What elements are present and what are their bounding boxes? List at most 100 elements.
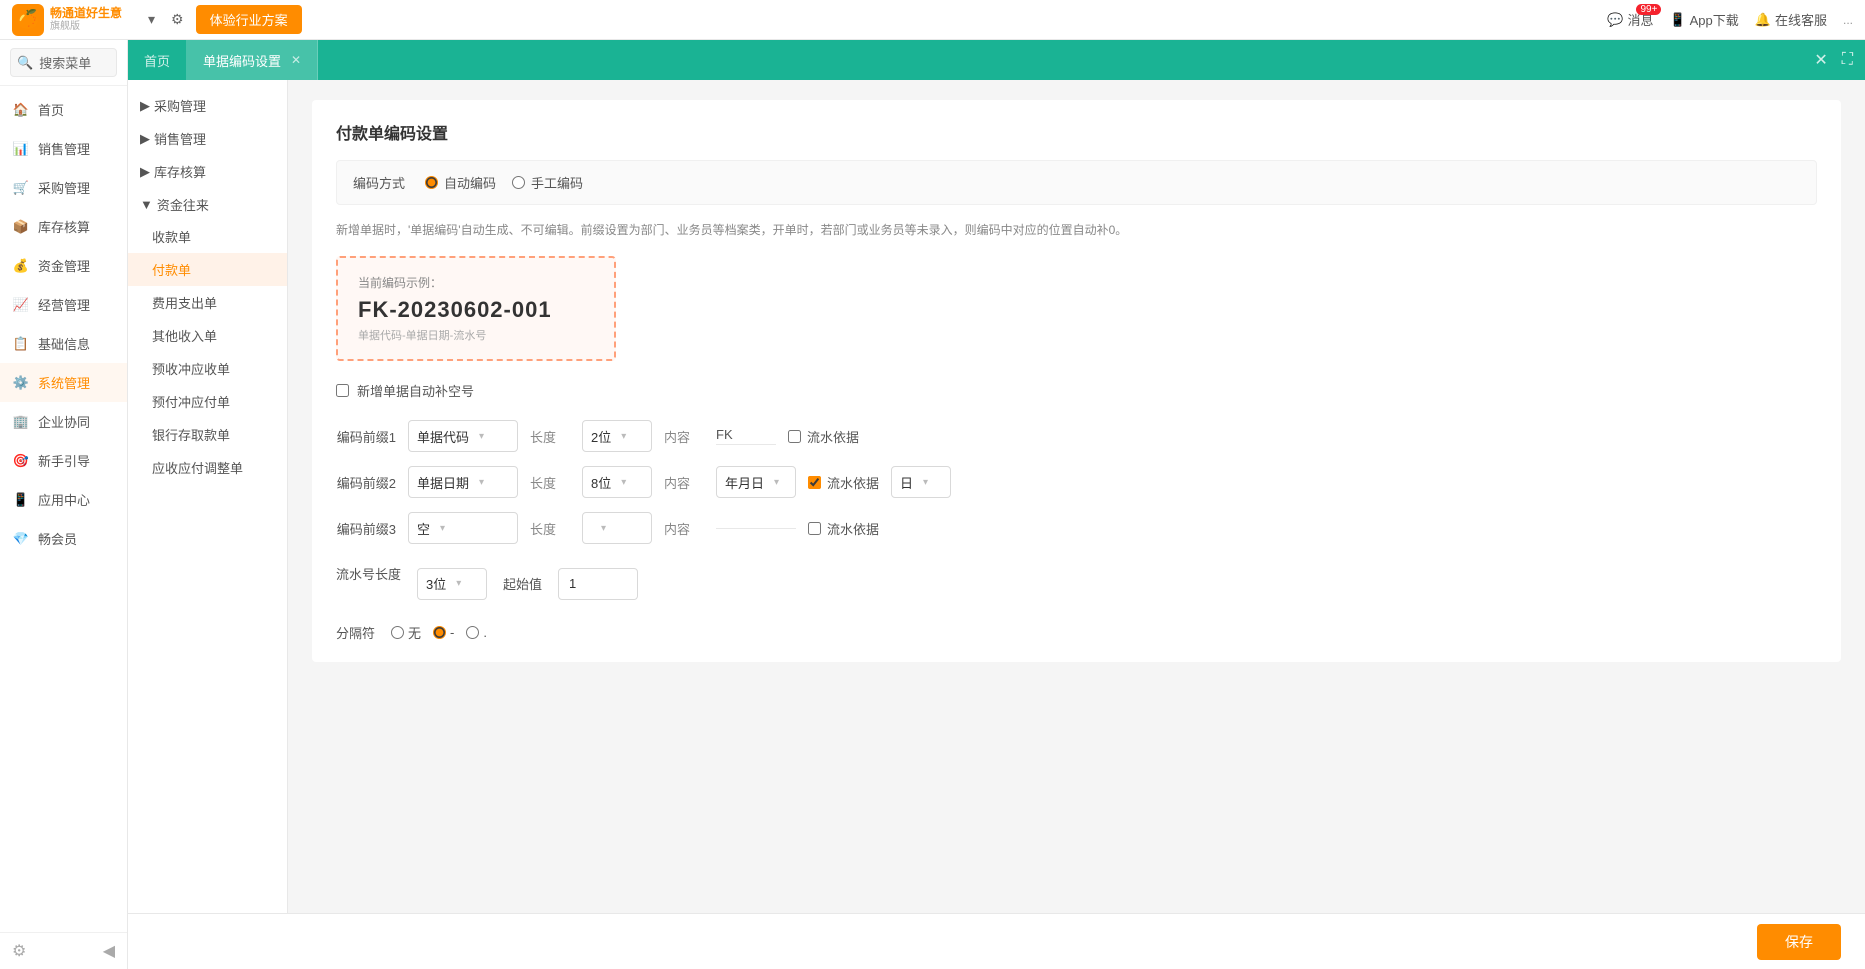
settings-btn[interactable]: ⚙ [167, 9, 188, 30]
tab-close-all-btn[interactable]: ✕ [1810, 46, 1831, 74]
row2-serial-item[interactable]: 流水依据 [808, 473, 879, 492]
row1-prefix-chevron: ▾ [479, 431, 484, 442]
row3-prefix-select[interactable]: 空 ▾ [408, 512, 518, 544]
message-item[interactable]: 💬 消息 99+ [1607, 10, 1653, 29]
row2-day-value: 日 [900, 473, 913, 492]
row1-serial-checkbox[interactable] [788, 430, 801, 443]
sub-group-inventory-title[interactable]: ▶ 库存核算 [128, 154, 287, 187]
sub-item-expense[interactable]: 费用支出单 [128, 286, 287, 319]
serial-len-value: 3位 [426, 574, 446, 593]
encode-mode-row: 编码方式 自动编码 手工编码 [336, 160, 1817, 205]
sep-dash-radio-input[interactable] [433, 626, 446, 639]
auto-code-label: 自动编码 [444, 173, 496, 192]
sep-dot-radio-input[interactable] [466, 626, 479, 639]
sub-item-prepay-pay[interactable]: 预付冲应付单 [128, 385, 287, 418]
row3-content-value [716, 528, 796, 529]
online-service-item[interactable]: 🔔 在线客服 [1755, 10, 1827, 29]
sidebar-item-member[interactable]: 💎 畅会员 [0, 519, 127, 558]
basic-icon: 📋 [12, 335, 30, 353]
row1-prefix-select[interactable]: 单据代码 ▾ [408, 420, 518, 452]
app-download-item[interactable]: 📱 App下载 [1669, 10, 1738, 29]
save-button[interactable]: 保存 [1757, 924, 1841, 960]
sub-group-funds-title[interactable]: ▼ 资金往来 [128, 187, 287, 220]
tab-encode-close[interactable]: ✕ [291, 53, 301, 67]
serial-row: 流水号长度 3位 ▾ 起始值 [336, 564, 1817, 603]
sidebar-item-operation[interactable]: 📈 经营管理 [0, 285, 127, 324]
row3-serial-item[interactable]: 流水依据 [808, 519, 879, 538]
page-body: 付款单编码设置 编码方式 自动编码 手工编码 [288, 80, 1865, 913]
sidebar-item-purchase[interactable]: 🛒 采购管理 [0, 168, 127, 207]
sidebar-item-inventory[interactable]: 📦 库存核算 [0, 207, 127, 246]
sidebar-item-system[interactable]: ⚙️ 系统管理 [0, 363, 127, 402]
sep-radio-group: 无 - . [391, 623, 487, 642]
sidebar-item-home[interactable]: 🏠 首页 [0, 90, 127, 129]
sep-dot-label: . [483, 625, 487, 640]
sep-none-radio[interactable]: 无 [391, 623, 421, 642]
row3-len-select[interactable]: ▾ [582, 512, 652, 544]
sub-group-purchase-title[interactable]: ▶ 采购管理 [128, 88, 287, 121]
sub-item-payment[interactable]: 付款单 [128, 253, 287, 286]
serial-len-select[interactable]: 3位 ▾ [417, 568, 487, 600]
sep-none-radio-input[interactable] [391, 626, 404, 639]
search-menu-btn[interactable]: 🔍 搜索菜单 [10, 48, 117, 77]
auto-fill-label[interactable]: 新增单据自动补空号 [357, 381, 474, 400]
sidebar-item-basic[interactable]: 📋 基础信息 [0, 324, 127, 363]
manual-code-radio-input[interactable] [512, 176, 525, 189]
tab-home[interactable]: 首页 [128, 40, 187, 80]
row2-len-select[interactable]: 8位 ▾ [582, 466, 652, 498]
sub-item-prepay-receive[interactable]: 预收冲应收单 [128, 352, 287, 385]
row2-content-chevron: ▾ [774, 477, 779, 488]
row2-content-select[interactable]: 年月日 ▾ [716, 466, 796, 498]
sidebar-item-enterprise[interactable]: 🏢 企业协同 [0, 402, 127, 441]
sub-group-sales-title[interactable]: ▶ 销售管理 [128, 121, 287, 154]
row1-len-select[interactable]: 2位 ▾ [582, 420, 652, 452]
sub-item-receipt[interactable]: 收款单 [128, 220, 287, 253]
preview-sub: 单据代码-单据日期-流水号 [358, 327, 594, 343]
config-row-3: 编码前缀3 空 ▾ 长度 ▾ 内容 [336, 512, 1817, 544]
row3-serial-checkbox[interactable] [808, 522, 821, 535]
sidebar-item-finance[interactable]: 💰 资金管理 [0, 246, 127, 285]
row2-serial-checkbox[interactable] [808, 476, 821, 489]
auto-fill-checkbox[interactable] [336, 384, 349, 397]
sub-item-payable-adjust[interactable]: 应收应付调整单 [128, 451, 287, 484]
sidebar-item-sales[interactable]: 📊 销售管理 [0, 129, 127, 168]
user-name: ... [1843, 13, 1853, 27]
sidebar-item-newguide[interactable]: 🎯 新手引导 [0, 441, 127, 480]
auto-code-radio-input[interactable] [425, 176, 438, 189]
start-input[interactable] [558, 568, 638, 600]
row1-serial-label: 流水依据 [807, 427, 859, 446]
logo-sub: 旗舰版 [50, 21, 122, 33]
appcenter-icon: 📱 [12, 491, 30, 509]
row2-prefix-select[interactable]: 单据日期 ▾ [408, 466, 518, 498]
sub-item-other-income[interactable]: 其他收入单 [128, 319, 287, 352]
app-download-label: App下载 [1690, 10, 1739, 29]
sub-group-inventory-arrow: ▶ [140, 164, 150, 180]
row1-serial-item[interactable]: 流水依据 [788, 427, 859, 446]
user-avatar[interactable]: ... [1843, 13, 1853, 27]
sidebar-item-newguide-label: 新手引导 [38, 451, 90, 470]
row2-day-select[interactable]: 日 ▾ [891, 466, 951, 498]
encode-mode-radio-group: 自动编码 手工编码 [425, 173, 583, 192]
member-icon: 💎 [12, 530, 30, 548]
tab-encode[interactable]: 单据编码设置 ✕ [187, 40, 318, 80]
sidebar-gear-btn[interactable]: ⚙ [12, 941, 26, 961]
logo: 🍊 畅通道好生意 旗舰版 [12, 4, 132, 36]
trial-button[interactable]: 体验行业方案 [196, 5, 302, 34]
sidebar-item-appcenter[interactable]: 📱 应用中心 [0, 480, 127, 519]
sidebar-search[interactable]: 🔍 搜索菜单 [0, 40, 127, 86]
sub-item-bank-deposit[interactable]: 银行存取款单 [128, 418, 287, 451]
sep-dot-radio[interactable]: . [466, 625, 487, 640]
auto-code-radio[interactable]: 自动编码 [425, 173, 496, 192]
sidebar-collapse-btn[interactable]: ◀ [103, 941, 115, 961]
online-service-label: 在线客服 [1775, 10, 1827, 29]
tab-bar: 首页 单据编码设置 ✕ ✕ ⛶ [128, 40, 1865, 80]
preview-code: FK-20230602-001 [358, 297, 594, 323]
tab-fullscreen-btn[interactable]: ⛶ [1838, 47, 1857, 73]
sep-dash-radio[interactable]: - [433, 625, 454, 640]
dropdown-btn[interactable]: ▾ [144, 9, 159, 30]
sub-group-inventory: ▶ 库存核算 [128, 154, 287, 187]
row3-len-chevron: ▾ [601, 523, 606, 534]
tab-home-label: 首页 [144, 51, 170, 70]
row1-content-value: FK [716, 427, 776, 445]
manual-code-radio[interactable]: 手工编码 [512, 173, 583, 192]
